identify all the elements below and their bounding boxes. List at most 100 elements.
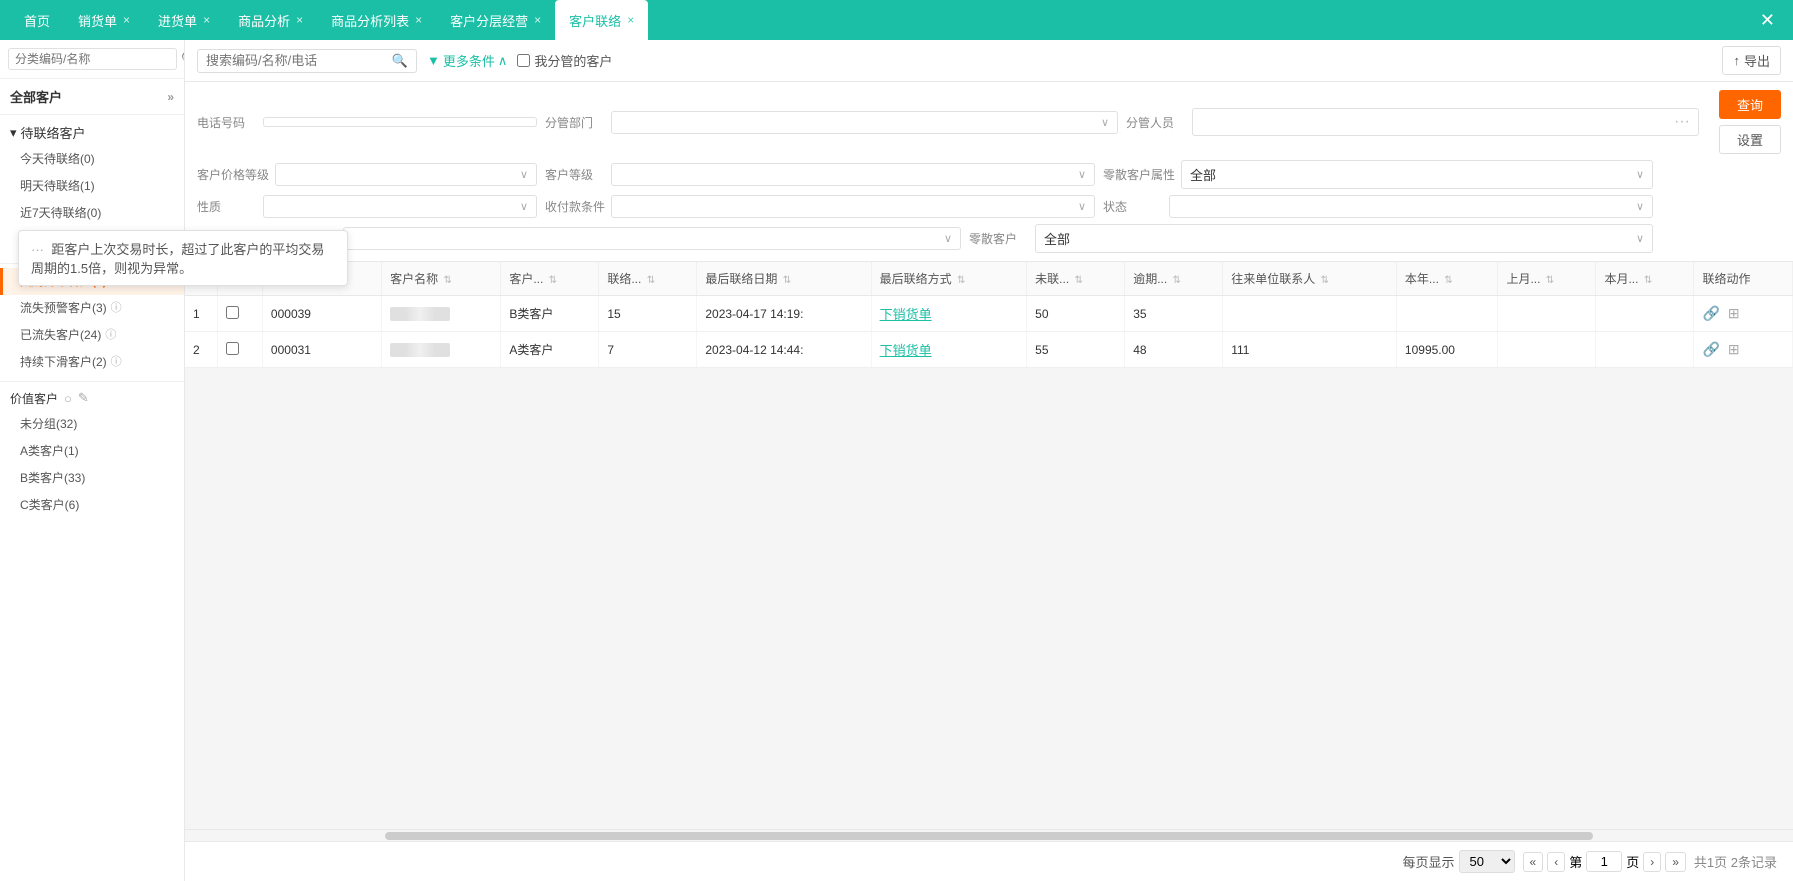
cell-code: 000031 bbox=[262, 332, 381, 368]
cell-actions[interactable]: 🔗⊞ bbox=[1694, 296, 1793, 332]
retail-attr-label: 零散客户属性 bbox=[1103, 166, 1175, 183]
cust-type-select[interactable]: ∨ bbox=[343, 227, 961, 250]
sidebar-all-customers[interactable]: 全部客户 » bbox=[0, 79, 184, 115]
main-search-icon[interactable]: 🔍 bbox=[392, 53, 408, 69]
th-unread[interactable]: 未联... ⇅ bbox=[1027, 262, 1125, 296]
nav-item-进货单[interactable]: 进货单 × bbox=[144, 0, 224, 40]
nav-item-客户分层经营[interactable]: 客户分层经营 × bbox=[436, 0, 555, 40]
current-page-input[interactable] bbox=[1586, 851, 1622, 872]
cell-unread: 50 bbox=[1027, 296, 1125, 332]
link-icon[interactable]: 🔗 bbox=[1702, 305, 1719, 322]
cell-actions[interactable]: 🔗⊞ bbox=[1694, 332, 1793, 368]
sidebar-item-c-class[interactable]: C类客户(6) bbox=[0, 492, 184, 519]
retail-cust-label: 零散客户 bbox=[969, 230, 1029, 247]
nav-item-商品分析列表[interactable]: 商品分析列表 × bbox=[317, 0, 436, 40]
nav-item-客户联络[interactable]: 客户联络 × bbox=[555, 0, 648, 40]
more-conditions-btn[interactable]: ▼ 更多条件 ∧ bbox=[427, 51, 507, 70]
cell-last-method[interactable]: 下销货单 bbox=[871, 296, 1027, 332]
edit-icon[interactable]: ✎ bbox=[78, 390, 89, 406]
sidebar-item-churned[interactable]: 已流失客户(24) ⓘ bbox=[0, 322, 184, 349]
refresh-icon[interactable]: ○ bbox=[64, 391, 72, 406]
th-contact[interactable]: 联络... ⇅ bbox=[599, 262, 697, 296]
cell-last-month bbox=[1498, 332, 1596, 368]
sidebar-item-7days[interactable]: 近7天待联络(0) bbox=[0, 200, 184, 227]
price-level-label: 客户价格等级 bbox=[197, 166, 269, 183]
sidebar-item-today[interactable]: 今天待联络(0) bbox=[0, 146, 184, 173]
total-records-info: 共1页 2条记录 bbox=[1694, 852, 1777, 871]
link-icon[interactable]: 🔗 bbox=[1702, 341, 1719, 358]
phone-input[interactable] bbox=[263, 117, 537, 127]
th-this-year[interactable]: 本年... ⇅ bbox=[1396, 262, 1498, 296]
nature-select[interactable]: ∨ bbox=[263, 195, 537, 218]
cust-level-select[interactable]: ∨ bbox=[611, 163, 1095, 186]
nav-close-销货单[interactable]: × bbox=[123, 13, 130, 27]
th-this-month[interactable]: 本月... ⇅ bbox=[1596, 262, 1694, 296]
main-search-input[interactable] bbox=[206, 53, 388, 68]
sidebar-item-b-class[interactable]: B类客户(33) bbox=[0, 465, 184, 492]
cell-this-year bbox=[1396, 296, 1498, 332]
grid-icon[interactable]: ⊞ bbox=[1728, 341, 1740, 358]
nav-close-进货单[interactable]: × bbox=[203, 13, 210, 27]
th-contacts[interactable]: 往来单位联系人 ⇅ bbox=[1223, 262, 1397, 296]
cell-contacts: 111 bbox=[1223, 332, 1397, 368]
filter-area: 电话号码 分管部门 ∨ 分管人员 ··· 查询 设置 bbox=[185, 82, 1793, 262]
cell-contact: 7 bbox=[599, 332, 697, 368]
my-customers-filter: 我分管的客户 bbox=[517, 51, 612, 70]
th-overdue[interactable]: 逾期... ⇅ bbox=[1125, 262, 1223, 296]
page-navigation: « ‹ 第 页 › » bbox=[1523, 851, 1686, 872]
nav-close-商品分析[interactable]: × bbox=[296, 13, 303, 27]
nav-item-商品分析[interactable]: 商品分析 × bbox=[224, 0, 317, 40]
top-nav: 首页销货单 ×进货单 ×商品分析 ×商品分析列表 ×客户分层经营 ×客户联络 ×… bbox=[0, 0, 1793, 40]
dept-select[interactable]: ∨ bbox=[611, 111, 1118, 134]
next-page-btn[interactable]: › bbox=[1643, 852, 1661, 872]
query-button[interactable]: 查询 bbox=[1719, 90, 1781, 119]
retail-cust-select[interactable]: 全部∨ bbox=[1035, 224, 1653, 253]
last-page-btn[interactable]: » bbox=[1665, 852, 1686, 872]
export-button[interactable]: ↑ 导出 bbox=[1722, 46, 1781, 75]
th-last-method[interactable]: 最后联络方式 ⇅ bbox=[871, 262, 1027, 296]
cell-index: 2 bbox=[185, 332, 217, 368]
th-name[interactable]: 客户名称 ⇅ bbox=[382, 262, 501, 296]
price-level-select[interactable]: ∨ bbox=[275, 163, 537, 186]
sidebar-item-tomorrow[interactable]: 明天待联络(1) bbox=[0, 173, 184, 200]
sidebar-item-a-class[interactable]: A类客户(1) bbox=[0, 438, 184, 465]
payment-select[interactable]: ∨ bbox=[611, 195, 1095, 218]
cell-last-date: 2023-04-12 14:44: bbox=[697, 332, 871, 368]
settings-button[interactable]: 设置 bbox=[1719, 125, 1781, 154]
per-page-select[interactable]: 50 100 200 bbox=[1459, 850, 1515, 873]
retail-attr-select[interactable]: 全部∨ bbox=[1181, 160, 1653, 189]
th-last-month[interactable]: 上月... ⇅ bbox=[1498, 262, 1596, 296]
sidebar-item-declining[interactable]: 持续下滑客户(2) ⓘ bbox=[0, 349, 184, 376]
table-wrapper: ⚙ 客户编码 ⇅ 客户名称 ⇅ 客户... ⇅ 联络... ⇅ 最后联络日期 ⇅… bbox=[185, 262, 1793, 829]
per-page-section: 每页显示 50 100 200 bbox=[1403, 850, 1515, 873]
cell-last-method[interactable]: 下销货单 bbox=[871, 332, 1027, 368]
sidebar-group-pending-title[interactable]: ▾ 待联络客户 bbox=[0, 119, 184, 146]
th-last-date[interactable]: 最后联络日期 ⇅ bbox=[697, 262, 871, 296]
nav-close-商品分析列表[interactable]: × bbox=[415, 13, 422, 27]
cell-this-year: 10995.00 bbox=[1396, 332, 1498, 368]
first-page-btn[interactable]: « bbox=[1523, 852, 1544, 872]
status-select[interactable]: ∨ bbox=[1169, 195, 1653, 218]
sidebar-item-churn-warning[interactable]: 流失预警客户(3) ⓘ bbox=[0, 295, 184, 322]
cell-check[interactable] bbox=[217, 332, 262, 368]
cell-index: 1 bbox=[185, 296, 217, 332]
cell-contact: 15 bbox=[599, 296, 697, 332]
dept-label: 分管部门 bbox=[545, 114, 605, 131]
sidebar-search-input[interactable] bbox=[8, 48, 177, 70]
my-customers-checkbox[interactable] bbox=[517, 54, 530, 67]
window-close-btn[interactable]: ✕ bbox=[1752, 10, 1783, 31]
sidebar-collapse-icon[interactable]: » bbox=[167, 90, 174, 104]
grid-icon[interactable]: ⊞ bbox=[1728, 305, 1740, 322]
cell-name bbox=[382, 296, 501, 332]
th-level[interactable]: 客户... ⇅ bbox=[501, 262, 599, 296]
prev-page-btn[interactable]: ‹ bbox=[1547, 852, 1565, 872]
nav-close-客户分层经营[interactable]: × bbox=[534, 13, 541, 27]
sidebar-item-unclassified[interactable]: 未分组(32) bbox=[0, 411, 184, 438]
horizontal-scrollbar[interactable] bbox=[185, 829, 1793, 841]
cell-check[interactable] bbox=[217, 296, 262, 332]
manager-select[interactable]: ··· bbox=[1192, 108, 1699, 136]
th-action: 联络动作 bbox=[1694, 262, 1793, 296]
nav-item-销货单[interactable]: 销货单 × bbox=[64, 0, 144, 40]
nav-item-首页[interactable]: 首页 bbox=[10, 0, 64, 40]
nav-close-客户联络[interactable]: × bbox=[627, 13, 634, 27]
